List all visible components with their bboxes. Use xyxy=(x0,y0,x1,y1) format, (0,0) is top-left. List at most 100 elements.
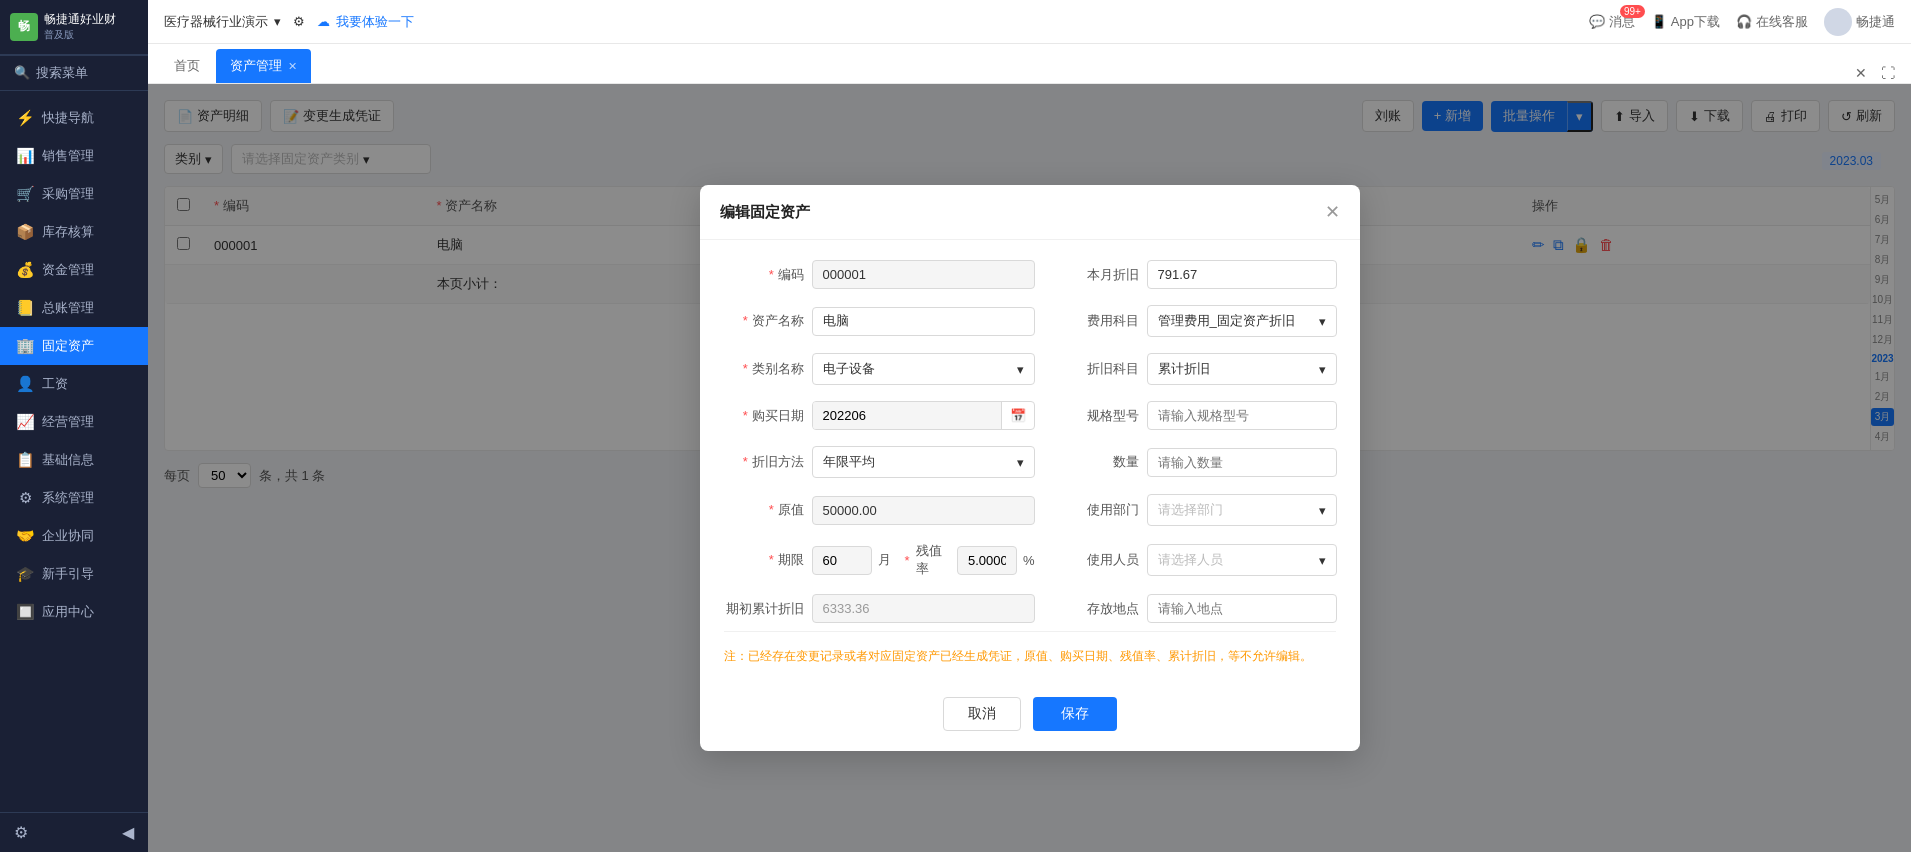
modal-close-btn[interactable]: ✕ xyxy=(1325,201,1340,223)
tab-home[interactable]: 首页 xyxy=(160,49,214,83)
basic-info-icon: 📋 xyxy=(16,451,34,469)
chevron-down-icon: ▾ xyxy=(1319,362,1326,377)
settings-icon[interactable]: ⚙ xyxy=(14,823,28,842)
department-select[interactable]: 请选择部门 ▾ xyxy=(1147,494,1337,526)
name-input[interactable] xyxy=(812,307,1035,336)
chevron-down-icon: ▾ xyxy=(1319,503,1326,518)
location-label: 存放地点 xyxy=(1059,600,1139,618)
sidebar-item-label: 工资 xyxy=(42,375,68,393)
code-input[interactable] xyxy=(812,260,1035,289)
cancel-button[interactable]: 取消 xyxy=(943,697,1021,731)
depreciation-account-value: 累计折旧 xyxy=(1158,360,1210,378)
sidebar-item-app-center[interactable]: 🔲 应用中心 xyxy=(0,593,148,631)
user-label: 使用人员 xyxy=(1059,551,1139,569)
quick-nav-icon: ⚡ xyxy=(16,109,34,127)
depreciation-account-label: 折旧科目 xyxy=(1059,360,1139,378)
sidebar-item-enterprise[interactable]: 🤝 企业协同 xyxy=(0,517,148,555)
modal-body: 编码 本月折旧 资产名称 xyxy=(700,240,1360,685)
finance-icon: 💰 xyxy=(16,261,34,279)
sidebar-item-label: 应用中心 xyxy=(42,603,94,621)
calendar-icon[interactable]: 📅 xyxy=(1001,402,1034,429)
sidebar-item-ledger[interactable]: 📒 总账管理 xyxy=(0,289,148,327)
expense-account-value: 管理费用_固定资产折旧 xyxy=(1158,312,1295,330)
sidebar-bottom: ⚙ ◀ xyxy=(0,812,148,852)
sidebar-item-label: 采购管理 xyxy=(42,185,94,203)
initial-accumulated-input[interactable] xyxy=(812,594,1035,623)
field-category: 类别名称 电子设备 ▾ xyxy=(724,353,1035,385)
sidebar-item-label: 系统管理 xyxy=(42,489,94,507)
tab-controls: ✕ ⛶ xyxy=(1851,63,1899,83)
location-input[interactable] xyxy=(1147,594,1337,623)
experience-icon: ☁ xyxy=(317,14,330,29)
sidebar-item-system[interactable]: ⚙ 系统管理 xyxy=(0,479,148,517)
main-area: 医疗器械行业演示 ▾ ⚙ ☁ 我要体验一下 💬 消息 99+ 📱 App下载 xyxy=(148,0,1911,852)
app-download-label: App下载 xyxy=(1671,13,1720,31)
logo-sub: 普及版 xyxy=(44,28,116,42)
residual-rate-input[interactable] xyxy=(957,546,1017,575)
monthly-depreciation-input[interactable] xyxy=(1147,260,1337,289)
depreciation-method-value: 年限平均 xyxy=(823,453,875,471)
depreciation-account-select[interactable]: 累计折旧 ▾ xyxy=(1147,353,1337,385)
category-select[interactable]: 电子设备 ▾ xyxy=(812,353,1035,385)
chevron-down-icon: ▾ xyxy=(1319,314,1326,329)
username-label: 畅捷通 xyxy=(1856,13,1895,31)
original-value-input[interactable] xyxy=(812,496,1035,525)
sidebar-item-label: 企业协同 xyxy=(42,527,94,545)
depreciation-method-select[interactable]: 年限平均 ▾ xyxy=(812,446,1035,478)
purchase-date-input[interactable] xyxy=(813,402,1001,429)
sales-icon: 📊 xyxy=(16,147,34,165)
sidebar-item-operations[interactable]: 📈 经营管理 xyxy=(0,403,148,441)
modal-divider xyxy=(724,631,1336,632)
quantity-input[interactable] xyxy=(1147,448,1337,477)
save-button[interactable]: 保存 xyxy=(1033,697,1117,731)
period-input[interactable] xyxy=(812,546,872,575)
sidebar-item-guide[interactable]: 🎓 新手引导 xyxy=(0,555,148,593)
user-select[interactable]: 请选择人员 ▾ xyxy=(1147,544,1337,576)
sidebar-item-finance[interactable]: 💰 资金管理 xyxy=(0,251,148,289)
notification-btn[interactable]: 💬 消息 99+ xyxy=(1589,13,1635,31)
sidebar-item-salary[interactable]: 👤 工资 xyxy=(0,365,148,403)
search-menu-item[interactable]: 🔍 搜索菜单 xyxy=(0,55,148,91)
sidebar-item-basic-info[interactable]: 📋 基础信息 xyxy=(0,441,148,479)
inventory-icon: 📦 xyxy=(16,223,34,241)
logo-text: 畅捷通好业财 xyxy=(44,12,116,28)
tab-maximize-icon[interactable]: ⛶ xyxy=(1877,63,1899,83)
experience-btn[interactable]: ☁ 我要体验一下 xyxy=(317,13,414,31)
notification-badge: 99+ xyxy=(1620,5,1645,18)
category-label: 类别名称 xyxy=(724,360,804,378)
sidebar-item-purchase[interactable]: 🛒 采购管理 xyxy=(0,175,148,213)
original-value-label: 原值 xyxy=(724,501,804,519)
user-avatar-btn[interactable]: 畅捷通 xyxy=(1824,8,1895,36)
tab-home-label: 首页 xyxy=(174,57,200,75)
settings-gear-icon[interactable]: ⚙ xyxy=(293,14,305,29)
sidebar-header: 畅 畅捷通好业财 普及版 xyxy=(0,0,148,55)
tab-close-window-icon[interactable]: ✕ xyxy=(1851,63,1871,83)
sidebar-item-sales[interactable]: 📊 销售管理 xyxy=(0,137,148,175)
period-input-group: 月 * 残值率 % xyxy=(812,542,1035,578)
sidebar-item-label: 基础信息 xyxy=(42,451,94,469)
quantity-label: 数量 xyxy=(1059,453,1139,471)
sidebar-item-quick-nav[interactable]: ⚡ 快捷导航 xyxy=(0,99,148,137)
field-expense-account: 费用科目 管理费用_固定资产折旧 ▾ xyxy=(1059,305,1337,337)
sidebar-item-fixed-assets[interactable]: 🏢 固定资产 xyxy=(0,327,148,365)
tabs-bar: 首页 资产管理 ✕ ✕ ⛶ xyxy=(148,44,1911,84)
tab-close-icon[interactable]: ✕ xyxy=(288,60,297,73)
residual-rate-label: 残值率 xyxy=(916,542,951,578)
sidebar-item-label: 资金管理 xyxy=(42,261,94,279)
ledger-icon: 📒 xyxy=(16,299,34,317)
tab-asset-mgmt[interactable]: 资产管理 ✕ xyxy=(216,49,311,83)
avatar xyxy=(1824,8,1852,36)
spec-model-input[interactable] xyxy=(1147,401,1337,430)
depreciation-method-label: 折旧方法 xyxy=(724,453,804,471)
app-download-btn[interactable]: 📱 App下载 xyxy=(1651,13,1720,31)
operations-icon: 📈 xyxy=(16,413,34,431)
support-btn[interactable]: 🎧 在线客服 xyxy=(1736,13,1808,31)
field-location: 存放地点 xyxy=(1059,594,1337,623)
collapse-sidebar-icon[interactable]: ◀ xyxy=(122,823,134,842)
modal-header: 编辑固定资产 ✕ xyxy=(700,185,1360,240)
topbar-company[interactable]: 医疗器械行业演示 ▾ xyxy=(164,13,281,31)
expense-account-select[interactable]: 管理费用_固定资产折旧 ▾ xyxy=(1147,305,1337,337)
sidebar-item-label: 经营管理 xyxy=(42,413,94,431)
field-original-value: 原值 xyxy=(724,494,1035,526)
sidebar-item-inventory[interactable]: 📦 库存核算 xyxy=(0,213,148,251)
